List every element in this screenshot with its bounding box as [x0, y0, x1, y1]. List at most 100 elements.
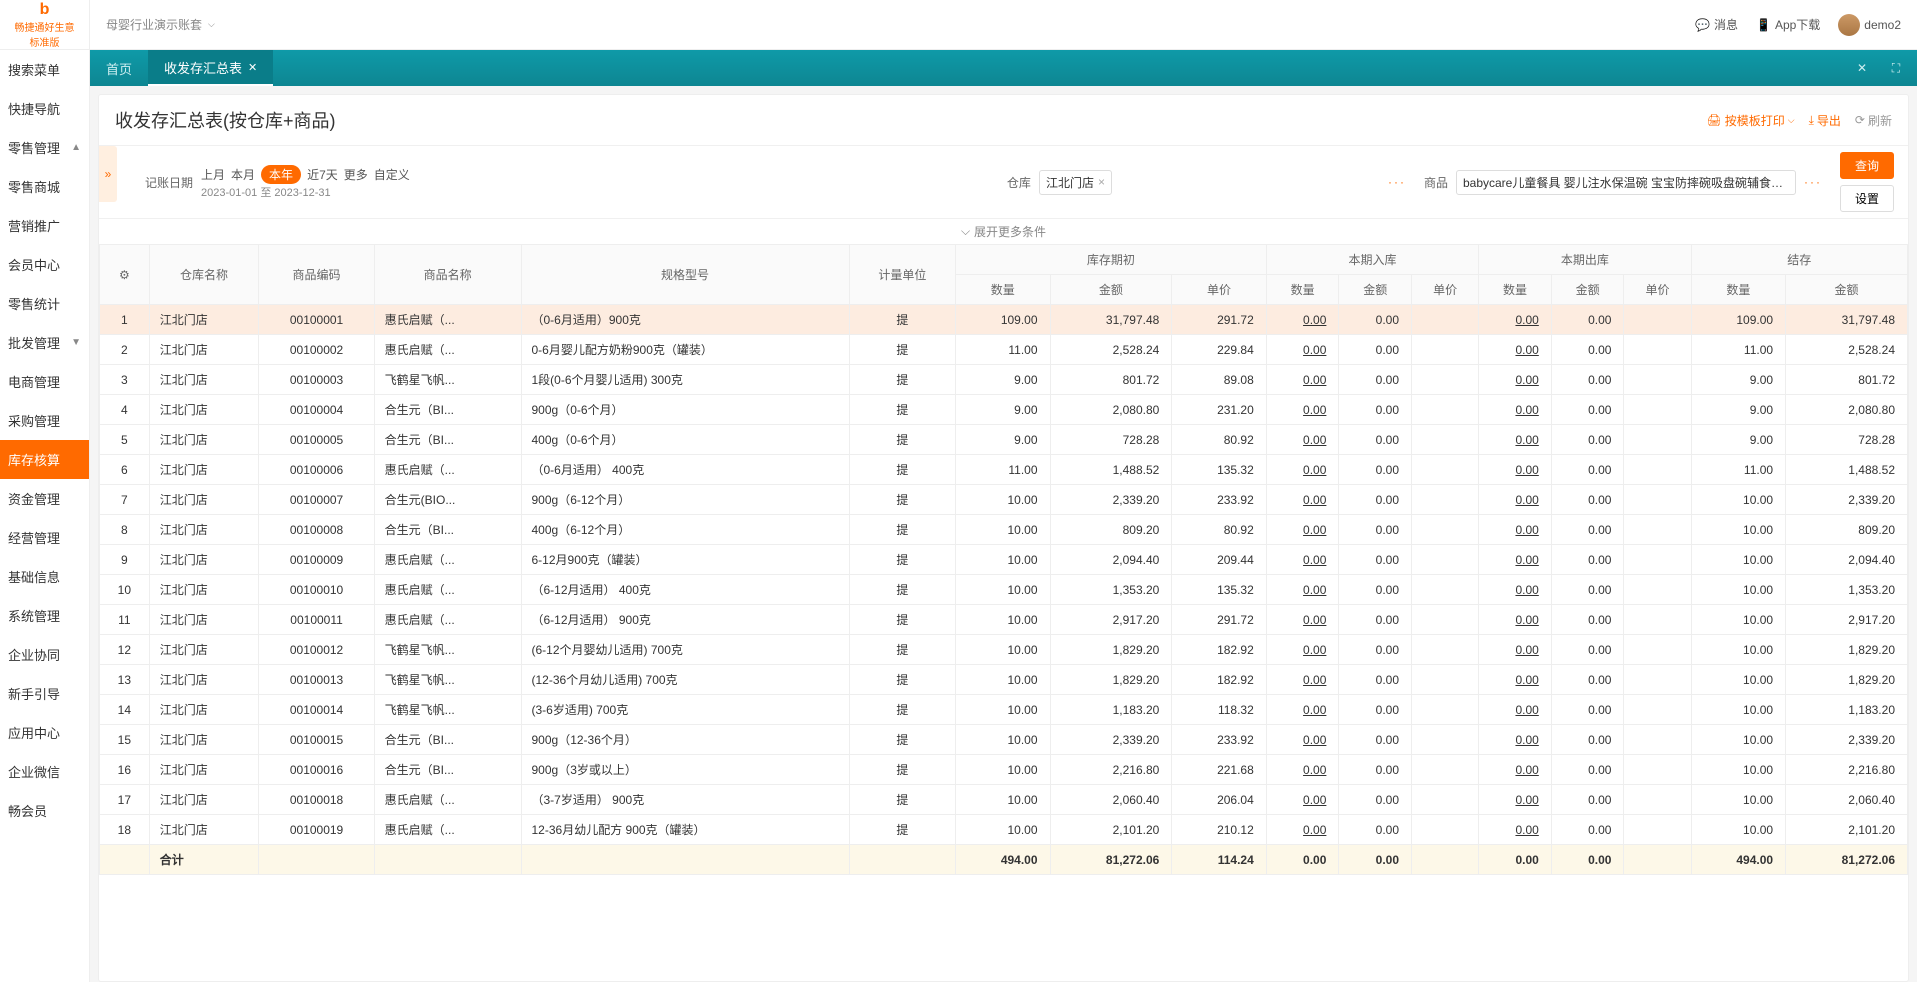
topbar: 母婴行业演示账套 ⌵ 💬消息 📱App下载 demo2 [90, 0, 1917, 50]
brand-edition: 标准版 [30, 34, 60, 49]
close-icon[interactable]: × [1098, 175, 1105, 189]
sidebar-item-0[interactable]: 搜索菜单 [0, 50, 89, 89]
sidebar-item-4[interactable]: 营销推广 [0, 206, 89, 245]
table-row[interactable]: 17江北门店00100018惠氏启赋（...（3-7岁适用） 900克提10.0… [100, 785, 1908, 815]
sidebar-item-7[interactable]: 批发管理▼ [0, 323, 89, 362]
sidebar-item-2[interactable]: 零售管理▲ [0, 128, 89, 167]
date-label: 记账日期 [145, 174, 193, 191]
sidebar-item-17[interactable]: 应用中心 [0, 713, 89, 752]
tab-home[interactable]: 首页 [90, 50, 148, 86]
close-icon[interactable]: ✕ [248, 61, 257, 74]
date-custom[interactable]: 自定义 [374, 166, 410, 183]
warehouse-label: 仓库 [1007, 174, 1031, 191]
sidebar: 搜索菜单快捷导航零售管理▲零售商城营销推广会员中心零售统计批发管理▼电商管理采购… [0, 50, 90, 982]
sidebar-item-8[interactable]: 电商管理 [0, 362, 89, 401]
colgroup-opening: 库存期初 [956, 245, 1267, 275]
table-row[interactable]: 4江北门店00100004合生元（BI...900g（0-6个月）提9.002,… [100, 395, 1908, 425]
fullscreen-icon[interactable]: ⛶ [1883, 55, 1909, 81]
sidebar-item-15[interactable]: 企业协同 [0, 635, 89, 674]
table-row[interactable]: 3江北门店00100003飞鹤星飞帆...1段(0-6个月婴儿适用) 300克提… [100, 365, 1908, 395]
chevron-down-icon: ⌵ [208, 19, 215, 30]
sidebar-item-10[interactable]: 库存核算 [0, 440, 89, 479]
date-this-year[interactable]: 本年 [261, 165, 301, 184]
table-row[interactable]: 13江北门店00100013飞鹤星飞帆...(12-36个月幼儿适用) 700克… [100, 665, 1908, 695]
table-row[interactable]: 15江北门店00100015合生元（BI...900g（12-36个月）提10.… [100, 725, 1908, 755]
tabs-bar: 首页 收发存汇总表 ✕ ✕ ⛶ [90, 50, 1917, 86]
caret-icon: ▼ [71, 337, 81, 348]
sidebar-item-14[interactable]: 系统管理 [0, 596, 89, 635]
sidebar-item-13[interactable]: 基础信息 [0, 557, 89, 596]
sidebar-item-6[interactable]: 零售统计 [0, 284, 89, 323]
sidebar-item-9[interactable]: 采购管理 [0, 401, 89, 440]
refresh-button[interactable]: ⟳刷新 [1855, 112, 1892, 129]
user-menu[interactable]: demo2 [1838, 14, 1901, 36]
product-label: 商品 [1424, 174, 1448, 191]
filter-collapse-handle[interactable]: » [99, 146, 117, 202]
col-settings[interactable] [100, 245, 150, 305]
gear-icon [119, 268, 130, 282]
table-row[interactable]: 12江北门店00100012飞鹤星飞帆...(6-12个月婴幼儿适用) 700克… [100, 635, 1908, 665]
logo-icon: b [40, 1, 50, 19]
col-warehouse: 仓库名称 [149, 245, 259, 305]
tab-report[interactable]: 收发存汇总表 ✕ [148, 50, 273, 86]
sidebar-item-16[interactable]: 新手引导 [0, 674, 89, 713]
brand-name: 畅捷通好生意 [15, 19, 75, 34]
date-this-month[interactable]: 本月 [231, 166, 255, 183]
filter-bar: » 记账日期 上月 本月 本年 近7天 更多 自定义 2023-01-01 至 [99, 145, 1908, 218]
table-row[interactable]: 9江北门店00100009惠氏启赋（...6-12月900克（罐装）提10.00… [100, 545, 1908, 575]
data-table: 仓库名称 商品编码 商品名称 规格型号 计量单位 库存期初 本期入库 本期出库 … [99, 244, 1908, 875]
table-row[interactable]: 16江北门店00100016合生元（BI...900g（3岁或以上）提10.00… [100, 755, 1908, 785]
expand-filters[interactable]: ⌵ 展开更多条件 [99, 218, 1908, 244]
table-row[interactable]: 8江北门店00100008合生元（BI...400g（6-12个月）提10.00… [100, 515, 1908, 545]
product-filter[interactable]: babycare儿童餐具 婴儿注水保温碗 宝宝防摔碗吸盘碗辅食碗勺套装 雀湖绿 … [1456, 170, 1796, 195]
tab-close-all[interactable]: ✕ [1849, 55, 1875, 81]
colgroup-out: 本期出库 [1479, 245, 1691, 275]
table-row[interactable]: 2江北门店00100002惠氏启赋（...0-6月婴儿配方奶粉900克（罐装）提… [100, 335, 1908, 365]
messages-link[interactable]: 💬消息 [1695, 16, 1738, 33]
phone-icon: 📱 [1756, 18, 1771, 32]
date-more[interactable]: 更多 [344, 166, 368, 183]
org-selector[interactable]: 母婴行业演示账套 ⌵ [106, 16, 215, 33]
table-row[interactable]: 18江北门店00100019惠氏启赋（...12-36月幼儿配方 900克（罐装… [100, 815, 1908, 845]
sidebar-item-5[interactable]: 会员中心 [0, 245, 89, 284]
table-row[interactable]: 5江北门店00100005合生元（BI...400g（0-6个月）提9.0072… [100, 425, 1908, 455]
date-last7[interactable]: 近7天 [307, 166, 338, 183]
query-button[interactable]: 查询 [1840, 152, 1894, 179]
horizontal-scrollbar[interactable] [99, 967, 1908, 981]
export-button[interactable]: ⤓导出 [1809, 112, 1841, 129]
table-row[interactable]: 14江北门店00100014飞鹤星飞帆...(3-6岁适用) 700克提10.0… [100, 695, 1908, 725]
brand-logo: b 畅捷通好生意 标准版 [0, 0, 90, 50]
org-name: 母婴行业演示账套 [106, 16, 202, 33]
sidebar-item-11[interactable]: 资金管理 [0, 479, 89, 518]
avatar [1838, 14, 1860, 36]
sidebar-item-12[interactable]: 经营管理 [0, 518, 89, 557]
print-button[interactable]: 🖨按模板打印⌵ [1707, 112, 1795, 129]
col-unit: 计量单位 [849, 245, 955, 305]
export-icon: ⤓ [1809, 113, 1814, 128]
table-row[interactable]: 1江北门店00100001惠氏启赋（...（0-6月适用）900克提109.00… [100, 305, 1908, 335]
colgroup-in: 本期入库 [1266, 245, 1478, 275]
table-row[interactable]: 7江北门店00100007合生元(BIO...900g（6-12个月）提10.0… [100, 485, 1908, 515]
table-row[interactable]: 11江北门店00100011惠氏启赋（...（6-12月适用） 900克提10.… [100, 605, 1908, 635]
chevron-down-icon: ⌵ [1788, 115, 1795, 126]
date-last-month[interactable]: 上月 [201, 166, 225, 183]
sidebar-item-18[interactable]: 企业微信 [0, 752, 89, 791]
app-download-link[interactable]: 📱App下载 [1756, 16, 1820, 33]
col-spec: 规格型号 [521, 245, 849, 305]
colgroup-balance: 结存 [1691, 245, 1907, 275]
product-more[interactable]: ··· [1804, 175, 1822, 189]
sidebar-item-1[interactable]: 快捷导航 [0, 89, 89, 128]
warehouse-more[interactable]: ··· [1388, 175, 1406, 189]
table-row[interactable]: 10江北门店00100010惠氏启赋（...（6-12月适用） 400克提10.… [100, 575, 1908, 605]
col-code: 商品编码 [259, 245, 374, 305]
settings-button[interactable]: 设置 [1840, 185, 1894, 212]
warehouse-chip[interactable]: 江北门店 × [1039, 170, 1112, 195]
caret-icon: ▲ [71, 142, 81, 153]
sidebar-item-19[interactable]: 畅会员 [0, 791, 89, 830]
chevron-down-icon: ⌵ [961, 224, 970, 239]
print-icon: 🖨 [1707, 113, 1722, 127]
sidebar-item-3[interactable]: 零售商城 [0, 167, 89, 206]
total-row: 合计 494.00 81,272.06 114.24 0.00 0.00 0.0… [100, 845, 1908, 875]
data-table-wrap[interactable]: 仓库名称 商品编码 商品名称 规格型号 计量单位 库存期初 本期入库 本期出库 … [99, 244, 1908, 967]
table-row[interactable]: 6江北门店00100006惠氏启赋（...（0-6月适用） 400克提11.00… [100, 455, 1908, 485]
